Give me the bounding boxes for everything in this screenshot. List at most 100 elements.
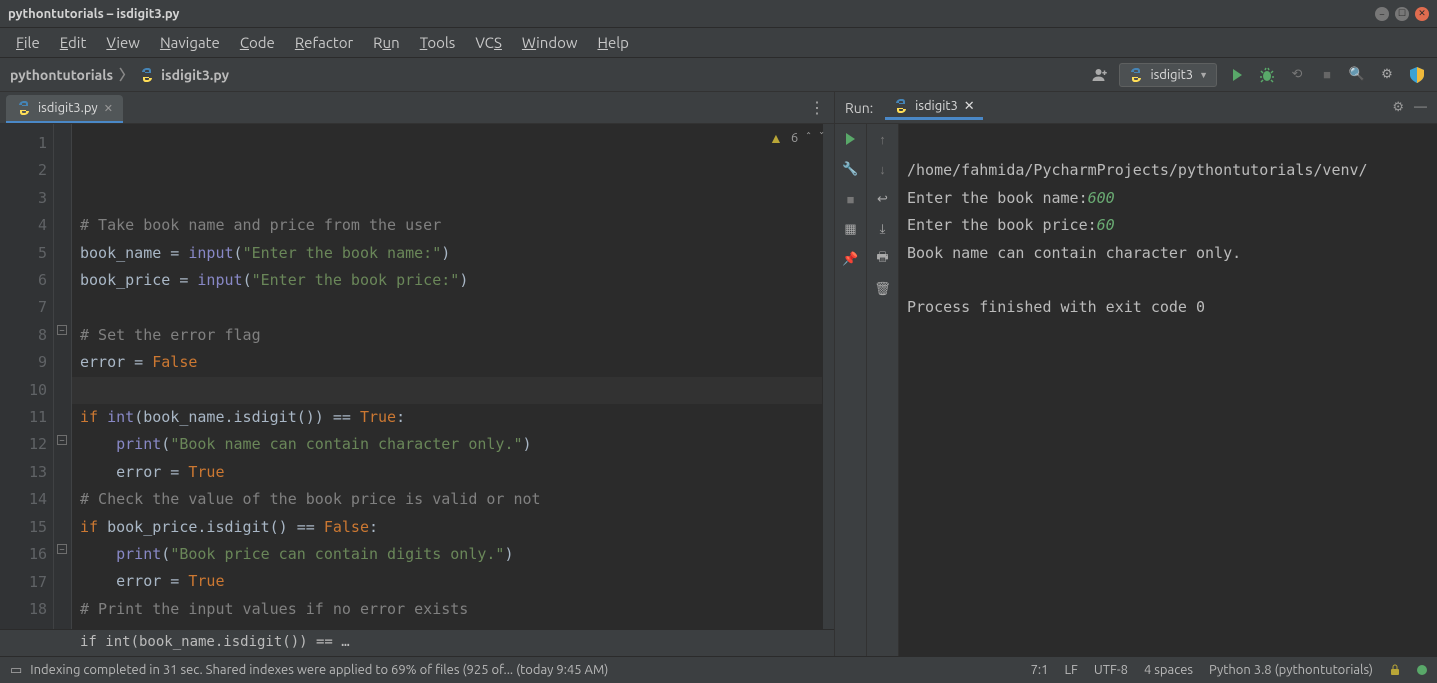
search-button[interactable]: 🔍 — [1347, 65, 1367, 85]
menu-window[interactable]: Window — [514, 30, 586, 55]
indent-setting[interactable]: 4 spaces — [1144, 663, 1193, 677]
code-line[interactable]: book_price = input("Enter the book price… — [80, 267, 822, 294]
caret-position[interactable]: 7:1 — [1031, 663, 1049, 677]
code-line[interactable]: if int(book_name.isdigit()) == True: — [80, 404, 822, 431]
menu-navigate[interactable]: Navigate — [152, 30, 228, 55]
add-user-icon[interactable] — [1091, 66, 1109, 84]
fold-marker[interactable]: – — [57, 325, 67, 335]
python-file-icon — [139, 67, 155, 83]
fold-column: – – – — [54, 124, 72, 629]
warning-icon: ▲ — [769, 130, 783, 146]
menu-refactor[interactable]: Refactor — [287, 30, 361, 55]
minimap-scrollbar[interactable] — [822, 124, 834, 629]
soft-wrap-button[interactable]: ↩ — [874, 190, 892, 208]
tool-settings-button[interactable]: 🔧 — [842, 160, 860, 178]
minimize-button[interactable]: – — [1375, 7, 1389, 21]
stop-button[interactable]: ■ — [1317, 65, 1337, 85]
code-line[interactable]: # Print the input values if no error exi… — [80, 596, 822, 623]
more-tabs-icon[interactable]: ⋮ — [809, 98, 826, 117]
code-line[interactable]: if error == False: — [80, 623, 822, 629]
window-controls: – ☐ ✕ — [1375, 7, 1429, 21]
close-run-tab-icon[interactable]: ✕ — [964, 99, 975, 114]
rerun-button[interactable] — [842, 130, 860, 148]
run-settings-icon[interactable]: ⚙ — [1392, 100, 1404, 115]
menu-file[interactable]: File — [8, 30, 48, 55]
code-line[interactable]: # Take book name and price from the user — [80, 212, 822, 239]
breadcrumb-separator: 〉 — [119, 65, 133, 85]
code-line[interactable]: # Set the error flag — [80, 322, 822, 349]
code-line[interactable]: if book_price.isdigit() == False: — [80, 514, 822, 541]
editor[interactable]: 123456789101112131415161718 – – – # Take… — [0, 124, 834, 629]
status-message: Indexing completed in 31 sec. Shared ind… — [30, 663, 608, 677]
current-line-highlight — [72, 377, 822, 404]
close-button[interactable]: ✕ — [1415, 7, 1429, 21]
code-line[interactable]: error = True — [80, 568, 822, 595]
menu-run[interactable]: Run — [365, 30, 408, 55]
inspection-widget[interactable]: ▲ 6 ˆ ˇ — [769, 130, 824, 146]
settings-button[interactable]: ⚙ — [1377, 65, 1397, 85]
menu-help[interactable]: Help — [590, 30, 637, 55]
coverage-button[interactable]: ⟲ — [1287, 65, 1307, 85]
fold-marker[interactable]: – — [57, 435, 67, 445]
run-second-toolbar: ↑ ↓ ↩ ⤓ 🖶 🗑 — [867, 124, 899, 656]
hide-tool-windows-icon[interactable]: ▭ — [10, 663, 22, 678]
menu-tools[interactable]: Tools — [412, 30, 464, 55]
menu-code[interactable]: Code — [232, 30, 283, 55]
breadcrumb-file[interactable]: isdigit3.py — [161, 67, 229, 83]
maximize-button[interactable]: ☐ — [1395, 7, 1409, 21]
print-button[interactable]: 🖶 — [874, 250, 892, 268]
run-button[interactable] — [1227, 65, 1247, 85]
debug-button[interactable] — [1257, 65, 1277, 85]
pin-button[interactable]: 📌 — [842, 250, 860, 268]
close-tab-icon[interactable]: ✕ — [104, 102, 113, 115]
ide-update-button[interactable] — [1407, 65, 1427, 85]
code-line[interactable]: error = False — [80, 349, 822, 376]
up-stack-button[interactable]: ↑ — [874, 130, 892, 148]
warning-count: 6 — [791, 131, 798, 145]
play-icon — [846, 133, 855, 145]
hide-run-icon[interactable]: — — [1414, 100, 1427, 115]
menu-bar: File Edit View Navigate Code Refactor Ru… — [0, 28, 1437, 58]
stop-run-button[interactable]: ■ — [842, 190, 860, 208]
chevron-up-icon[interactable]: ˆ — [806, 131, 811, 145]
scroll-end-button[interactable]: ⤓ — [874, 220, 892, 238]
lock-icon[interactable] — [1389, 664, 1401, 676]
console-out1: Book name can contain character only. — [907, 244, 1241, 262]
code-area[interactable]: # Take book name and price from the user… — [72, 124, 822, 629]
fold-marker[interactable]: – — [57, 544, 67, 554]
code-line[interactable]: print("Book price can contain digits onl… — [80, 541, 822, 568]
chevron-down-icon[interactable]: ˇ — [819, 131, 824, 145]
editor-tab-active[interactable]: isdigit3.py ✕ — [6, 95, 123, 123]
editor-pane: isdigit3.py ✕ ⋮ 123456789101112131415161… — [0, 92, 835, 656]
console-output[interactable]: /home/fahmida/PycharmProjects/pythontuto… — [899, 124, 1437, 656]
code-line[interactable] — [80, 294, 822, 321]
code-line[interactable]: print("Book name can contain character o… — [80, 431, 822, 458]
code-line[interactable]: # Check the value of the book price is v… — [80, 486, 822, 513]
python-interpreter[interactable]: Python 3.8 (pythontutorials) — [1209, 663, 1373, 677]
layout-button[interactable]: ▦ — [842, 220, 860, 238]
clear-all-button[interactable]: 🗑 — [874, 280, 892, 298]
run-configuration-dropdown[interactable]: isdigit3 ▼ — [1119, 63, 1217, 87]
background-tasks-indicator[interactable] — [1417, 665, 1427, 675]
editor-tab-label: isdigit3.py — [38, 101, 98, 115]
run-config-name: isdigit3 — [1150, 68, 1193, 82]
python-icon — [893, 98, 909, 114]
line-ending[interactable]: LF — [1064, 663, 1077, 677]
breadcrumb-project[interactable]: pythontutorials — [10, 67, 113, 83]
code-line[interactable]: book_name = input("Enter the book name:"… — [80, 240, 822, 267]
menu-vcs[interactable]: VCS — [467, 30, 510, 55]
run-tab-active[interactable]: isdigit3 ✕ — [885, 96, 983, 120]
run-body: 🔧 ■ ▦ 📌 ↑ ↓ ↩ ⤓ 🖶 🗑 /home/fahmida/Pychar… — [835, 124, 1437, 656]
down-stack-button[interactable]: ↓ — [874, 160, 892, 178]
sticky-context-bar: if int(book_name.isdigit()) == … — [0, 629, 834, 656]
file-encoding[interactable]: UTF-8 — [1094, 663, 1128, 677]
main-area: isdigit3.py ✕ ⋮ 123456789101112131415161… — [0, 92, 1437, 656]
run-label: Run: — [845, 100, 873, 116]
bug-icon — [1259, 67, 1275, 83]
console-prompt2: Enter the book price: — [907, 216, 1097, 234]
console-input2: 60 — [1097, 216, 1115, 234]
code-line[interactable]: error = True — [80, 459, 822, 486]
console-input1: 600 — [1088, 189, 1115, 207]
menu-edit[interactable]: Edit — [52, 30, 95, 55]
menu-view[interactable]: View — [98, 30, 148, 55]
